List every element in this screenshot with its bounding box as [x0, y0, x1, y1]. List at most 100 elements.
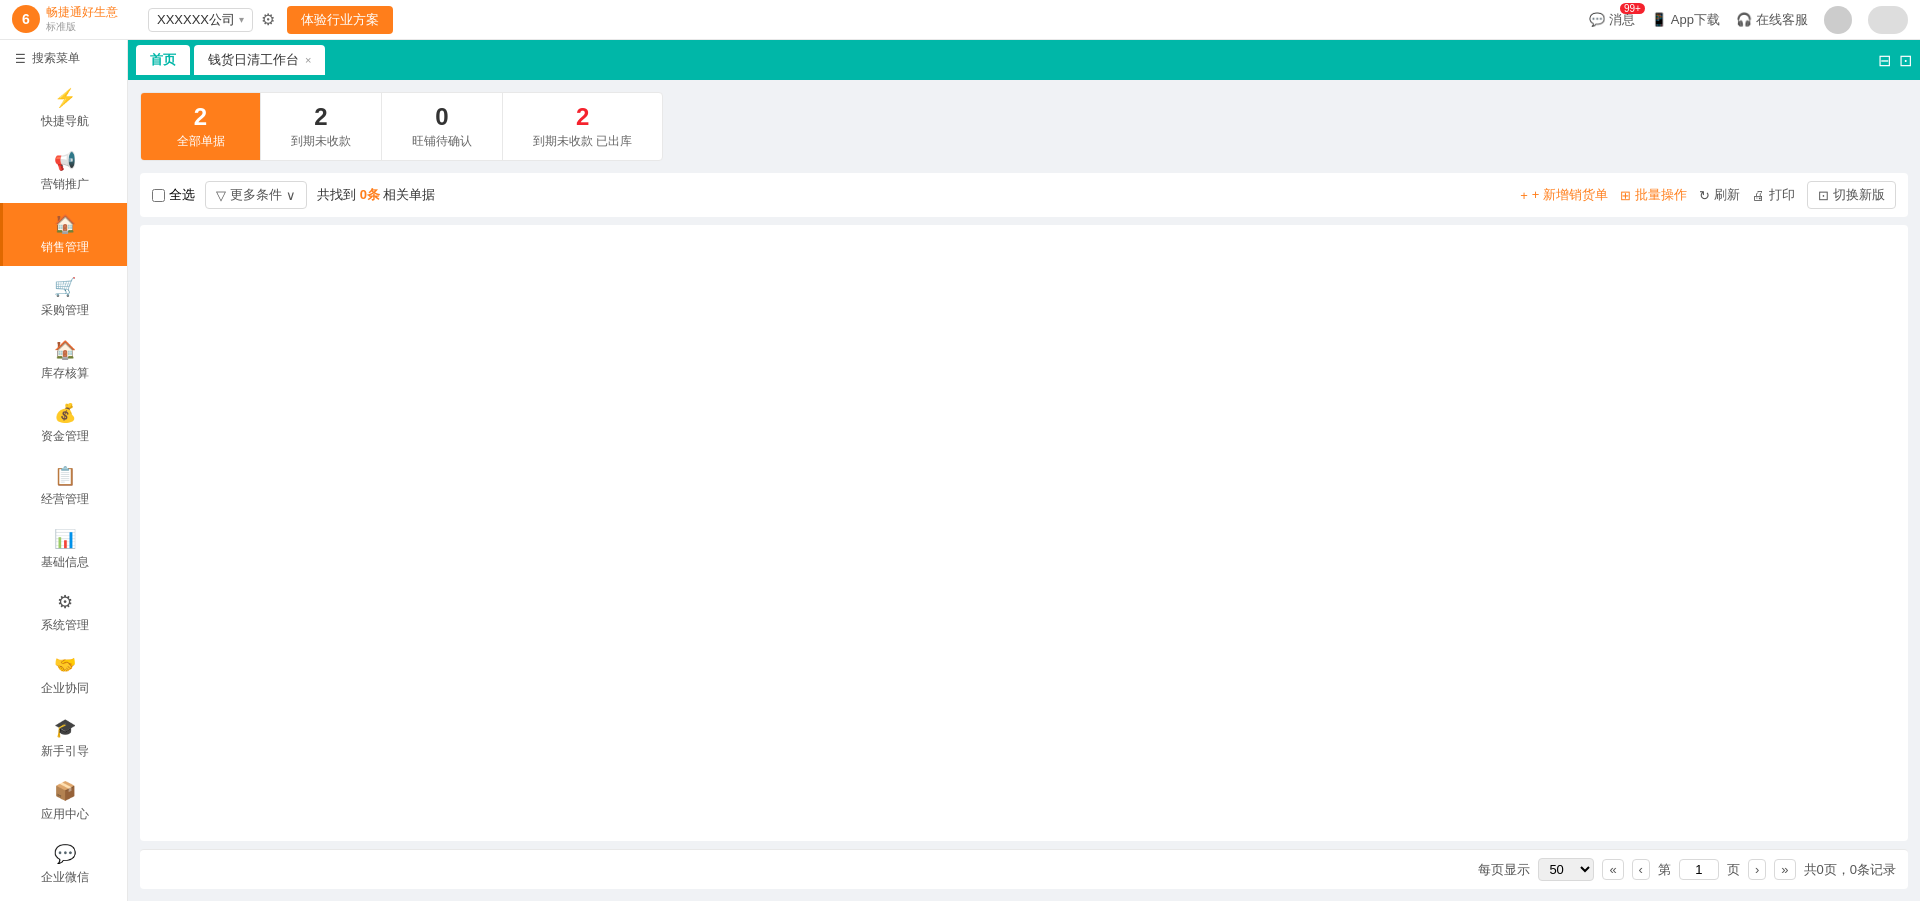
company-name: XXXXXX公司: [157, 11, 235, 29]
basic-info-icon: 📊: [54, 528, 76, 550]
filter-button[interactable]: ▽ 更多条件 ∨: [205, 181, 307, 209]
avatar[interactable]: [1824, 6, 1852, 34]
topbar: 6 畅捷通好生意 标准版 XXXXXX公司 ▾ ⚙ 体验行业方案 💬 消息 99…: [0, 0, 1920, 40]
message-icon: 💬: [1589, 12, 1605, 27]
sidebar-item-guide[interactable]: 🎓 新手引导: [0, 707, 127, 770]
stat-num-overdue-out: 2: [576, 103, 589, 131]
search-label: 搜索菜单: [32, 50, 80, 67]
sidebar-item-operation[interactable]: 📋 经营管理: [0, 455, 127, 518]
sidebar-label-wechat: 企业微信: [41, 869, 89, 886]
refresh-label: 刷新: [1714, 186, 1740, 204]
batch-label: 批量操作: [1635, 186, 1687, 204]
switch-version-button[interactable]: ⊡ 切换新版: [1807, 181, 1896, 209]
toolbar-left: 全选 ▽ 更多条件 ∨ 共找到 0条 相关单据: [152, 181, 1508, 209]
content-area: 首页 钱货日清工作台 × ⊟ ⊡ 2 全部单据 2 到期未收款: [128, 40, 1920, 901]
sidebar-item-basic-info[interactable]: 📊 基础信息: [0, 518, 127, 581]
found-suffix: 相关单据: [383, 187, 435, 202]
service-icon: 🎧: [1736, 12, 1752, 27]
refresh-button[interactable]: ↻ 刷新: [1699, 186, 1740, 204]
last-page-button[interactable]: »: [1774, 859, 1795, 880]
company-arrow-icon: ▾: [239, 14, 244, 25]
page-end-label: 页: [1727, 861, 1740, 879]
sidebar-label-quick-nav: 快捷导航: [41, 113, 89, 130]
sidebar-item-cooperation[interactable]: 🤝 企业协同: [0, 644, 127, 707]
marketing-icon: 📢: [54, 150, 76, 172]
stat-num-pending: 0: [435, 103, 448, 131]
pagination-footer: 每页显示 50 100 200 « ‹ 第 页 › » 共0页，0条记录: [140, 849, 1908, 889]
online-service-button[interactable]: 🎧 在线客服: [1736, 11, 1808, 29]
select-all-input[interactable]: [152, 189, 165, 202]
prev-page-button[interactable]: ‹: [1632, 859, 1650, 880]
select-all-checkbox[interactable]: 全选: [152, 186, 195, 204]
add-label: + 新增销货单: [1532, 186, 1608, 204]
total-info: 共0页，0条记录: [1804, 861, 1896, 879]
trial-button[interactable]: 体验行业方案: [287, 6, 393, 34]
add-icon: +: [1520, 188, 1528, 203]
print-label: 打印: [1769, 186, 1795, 204]
tab-controls: ⊟ ⊡: [1878, 51, 1912, 70]
page-label: 第: [1658, 861, 1671, 879]
add-sales-order-button[interactable]: + + 新增销货单: [1520, 186, 1608, 204]
logo-badge: 标准版: [46, 20, 118, 34]
user-panel[interactable]: [1868, 6, 1908, 34]
settings-icon[interactable]: ⚙: [261, 10, 275, 29]
filter-icon: ▽: [216, 188, 226, 203]
next-page-button[interactable]: ›: [1748, 859, 1766, 880]
sidebar-item-finance[interactable]: 💰 资金管理: [0, 392, 127, 455]
cooperation-icon: 🤝: [54, 654, 76, 676]
sidebar-item-system[interactable]: ⚙ 系统管理: [0, 581, 127, 644]
sidebar-label-system: 系统管理: [41, 617, 89, 634]
filter-label: 更多条件: [230, 186, 282, 204]
tab-minimize-icon[interactable]: ⊟: [1878, 51, 1891, 70]
stat-tab-overdue[interactable]: 2 到期未收款: [261, 93, 382, 160]
tab-home[interactable]: 首页: [136, 45, 190, 75]
topbar-right: 💬 消息 99+ 📱 App下载 🎧 在线客服: [1589, 6, 1908, 34]
stat-label-overdue-out: 到期未收款 已出库: [533, 133, 632, 150]
first-page-button[interactable]: «: [1602, 859, 1623, 880]
company-selector[interactable]: XXXXXX公司 ▾: [148, 8, 253, 32]
current-page-input[interactable]: [1679, 859, 1719, 880]
tab-home-label: 首页: [150, 51, 176, 69]
tab-bar: 首页 钱货日清工作台 × ⊟ ⊡: [128, 40, 1920, 80]
sidebar-item-inventory[interactable]: 🏠 库存核算: [0, 329, 127, 392]
sidebar-label-inventory: 库存核算: [41, 365, 89, 382]
stat-tab-all[interactable]: 2 全部单据: [141, 93, 261, 160]
message-button[interactable]: 💬 消息 99+: [1589, 11, 1635, 29]
stat-num-overdue: 2: [314, 103, 327, 131]
tab-close-icon[interactable]: ×: [305, 54, 311, 66]
tab-expand-icon[interactable]: ⊡: [1899, 51, 1912, 70]
stat-tab-overdue-out[interactable]: 2 到期未收款 已出库: [503, 93, 662, 160]
sidebar-item-quick-nav[interactable]: ⚡ 快捷导航: [0, 77, 127, 140]
sidebar-item-app-center[interactable]: 📦 应用中心: [0, 770, 127, 833]
switch-label: 切换新版: [1833, 186, 1885, 204]
toolbar: 全选 ▽ 更多条件 ∨ 共找到 0条 相关单据 + + 新增销货单: [140, 173, 1908, 217]
sidebar-search[interactable]: ☰ 搜索菜单: [0, 40, 127, 77]
sidebar-item-member[interactable]: ✅ 畅会员: [0, 896, 127, 901]
logo: 6 畅捷通好生意 标准版: [12, 5, 140, 33]
main-layout: ☰ 搜索菜单 ⚡ 快捷导航 📢 营销推广 🏠 销售管理 🛒 采购管理 🏠 库存核…: [0, 40, 1920, 901]
sidebar-label-operation: 经营管理: [41, 491, 89, 508]
sales-icon: 🏠: [54, 213, 76, 235]
sidebar: ☰ 搜索菜单 ⚡ 快捷导航 📢 营销推广 🏠 销售管理 🛒 采购管理 🏠 库存核…: [0, 40, 128, 901]
app-download-button[interactable]: 📱 App下载: [1651, 11, 1720, 29]
print-icon: 🖨: [1752, 188, 1765, 203]
sidebar-item-purchase[interactable]: 🛒 采购管理: [0, 266, 127, 329]
sidebar-label-purchase: 采购管理: [41, 302, 89, 319]
batch-operation-button[interactable]: ⊞ 批量操作: [1620, 186, 1687, 204]
logo-icon: 6: [12, 5, 40, 33]
print-button[interactable]: 🖨 打印: [1752, 186, 1795, 204]
sidebar-item-wechat[interactable]: 💬 企业微信: [0, 833, 127, 896]
stat-num-all: 2: [194, 103, 207, 131]
found-prefix: 共找到: [317, 187, 356, 202]
sidebar-item-sales[interactable]: 🏠 销售管理: [0, 203, 127, 266]
page-size-label: 每页显示: [1478, 861, 1530, 879]
stat-tab-pending[interactable]: 0 旺铺待确认: [382, 93, 503, 160]
tab-workbench-label: 钱货日清工作台: [208, 51, 299, 69]
service-label: 在线客服: [1756, 11, 1808, 29]
stat-label-pending: 旺铺待确认: [412, 133, 472, 150]
page-size-select[interactable]: 50 100 200: [1538, 858, 1594, 881]
tab-workbench[interactable]: 钱货日清工作台 ×: [194, 45, 325, 75]
sidebar-item-marketing[interactable]: 📢 营销推广: [0, 140, 127, 203]
app-icon: 📱: [1651, 12, 1667, 27]
switch-icon: ⊡: [1818, 188, 1829, 203]
